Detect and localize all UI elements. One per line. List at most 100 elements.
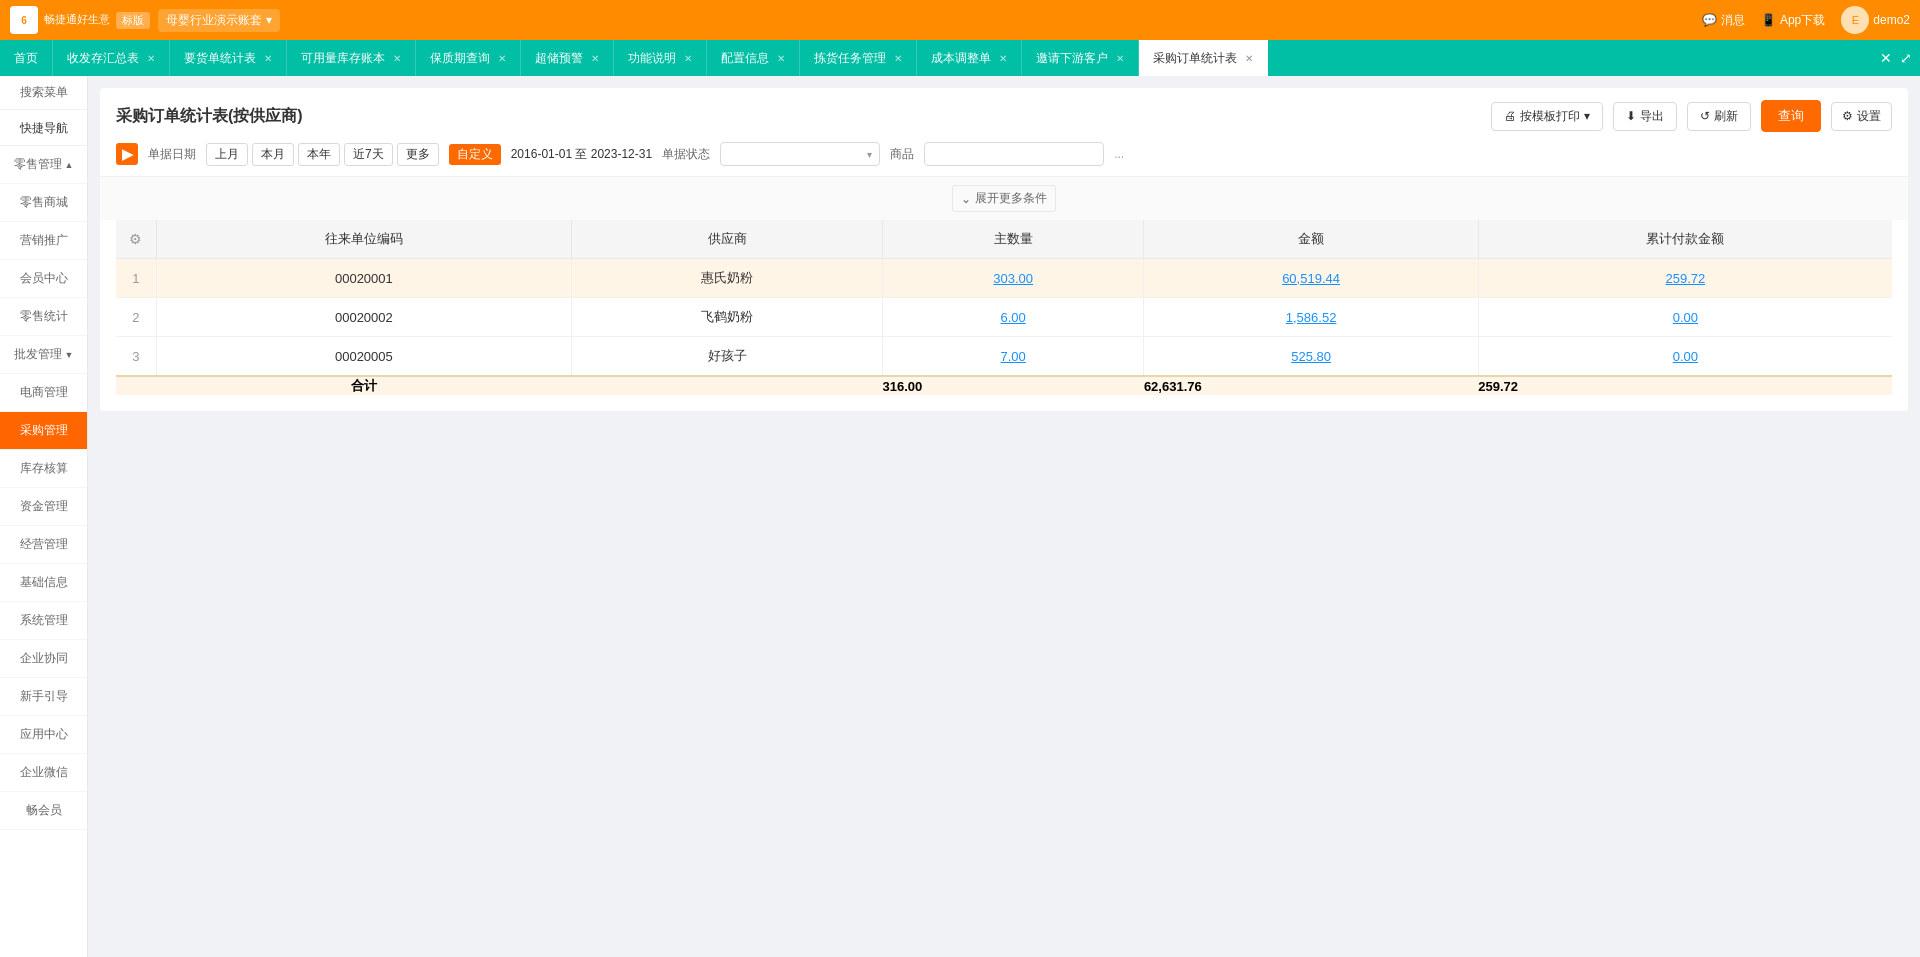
tab-close-icon[interactable]: ✕ xyxy=(498,53,506,64)
tab-close-icon[interactable]: ✕ xyxy=(999,53,1007,64)
settings-icon: ⚙ xyxy=(1842,109,1853,123)
tab-label: 超储预警 xyxy=(535,50,583,67)
sidebar-item-jichuxinxi[interactable]: 基础信息 xyxy=(0,564,87,602)
sidebar-search[interactable]: 搜索菜单 xyxy=(0,76,87,110)
sidebar-item-zijinguanli[interactable]: 资金管理 xyxy=(0,488,87,526)
status-label: 单据状态 xyxy=(662,146,710,163)
column-settings-icon[interactable]: ⚙ xyxy=(129,231,142,247)
sidebar-item-lingshaotongji[interactable]: 零售统计 xyxy=(0,298,87,336)
sidebar-item-jingyingguanli[interactable]: 经营管理 xyxy=(0,526,87,564)
sidebar-item-kucunhesuan[interactable]: 库存核算 xyxy=(0,450,87,488)
query-btn[interactable]: 查询 xyxy=(1761,100,1821,132)
logo-icon: 6 xyxy=(10,6,38,34)
message-icon: 💬 xyxy=(1702,13,1717,27)
footer-paid: 259.72 xyxy=(1478,376,1892,395)
tab-close-icon[interactable]: ✕ xyxy=(894,53,902,64)
goods-input[interactable] xyxy=(924,142,1104,166)
chevron-down-icon: ▼ xyxy=(65,350,74,360)
tab-label: 配置信息 xyxy=(721,50,769,67)
tab-keyongliku[interactable]: 可用量库存账本 ✕ xyxy=(287,40,416,76)
table-th-gear[interactable]: ⚙ xyxy=(116,220,156,259)
export-btn[interactable]: ⬇ 导出 xyxy=(1613,102,1677,131)
logo-text-short: 6 xyxy=(21,15,27,26)
filter-area: ▶ 单据日期 上月 本月 本年 近7天 更多 自定义 2016-01-01 至 … xyxy=(100,132,1908,176)
message-btn[interactable]: 💬 消息 xyxy=(1702,12,1745,29)
footer-qty: 316.00 xyxy=(883,376,1144,395)
chevron-up-icon: ▲ xyxy=(65,160,74,170)
tab-close-icon[interactable]: ✕ xyxy=(264,53,272,64)
tab-zhihuo[interactable]: 拣货任务管理 ✕ xyxy=(800,40,917,76)
date-btn-this-year[interactable]: 本年 xyxy=(298,143,340,166)
tab-close-icon[interactable]: ✕ xyxy=(684,53,692,64)
sidebar-item-qiyewexin[interactable]: 企业微信 xyxy=(0,754,87,792)
date-btn-last-7-days[interactable]: 近7天 xyxy=(344,143,393,166)
header-actions: 🖨 按模板打印 ▾ ⬇ 导出 ↺ 刷新 查询 xyxy=(1491,100,1892,132)
table-row: 1 00020001 惠氏奶粉 303.00 60,519.44 259.72 xyxy=(116,259,1892,298)
sidebar-item-qiyexietong[interactable]: 企业协同 xyxy=(0,640,87,678)
tab-expand-btn[interactable]: ⤢ xyxy=(1900,50,1912,66)
page-title: 采购订单统计表(按供应商) xyxy=(116,106,303,127)
tab-label: 拣货任务管理 xyxy=(814,50,886,67)
sidebar-item-yingxiaotuiguang[interactable]: 营销推广 xyxy=(0,222,87,260)
tab-shoufahuizongshu[interactable]: 收发存汇总表 ✕ xyxy=(53,40,170,76)
tab-close-icon[interactable]: ✕ xyxy=(393,53,401,64)
tab-close-icon[interactable]: ✕ xyxy=(777,53,785,64)
filter-toggle-btn[interactable]: ▶ xyxy=(116,143,138,165)
date-btn-more[interactable]: 更多 xyxy=(397,143,439,166)
logo-area: 6 畅捷通好生意 标版 xyxy=(10,6,150,34)
custom-date-tag[interactable]: 自定义 xyxy=(449,144,501,165)
tab-home[interactable]: 首页 xyxy=(0,40,53,76)
sidebar-item-lingshoushangcheng[interactable]: 零售商城 xyxy=(0,184,87,222)
tab-chaochuyujing[interactable]: 超储预警 ✕ xyxy=(521,40,614,76)
tab-close-icon[interactable]: ✕ xyxy=(147,53,155,64)
table-th-qty: 主数量 xyxy=(883,220,1144,259)
tab-yaohuodantongjibiao[interactable]: 要货单统计表 ✕ xyxy=(170,40,287,76)
table-th-paid: 累计付款金额 xyxy=(1478,220,1892,259)
user-area[interactable]: E demo2 xyxy=(1841,6,1910,34)
row-paid: 0.00 xyxy=(1478,298,1892,337)
goods-input-more-icon[interactable]: ... xyxy=(1114,147,1124,161)
status-select[interactable] xyxy=(720,142,880,166)
tab-label: 收发存汇总表 xyxy=(67,50,139,67)
tab-label: 采购订单统计表 xyxy=(1153,50,1237,67)
table-header-row: ⚙ 往来单位编码 供应商 主数量 金额 累计付款金额 xyxy=(116,220,1892,259)
tab-yaoqingxiayou[interactable]: 邀请下游客户 ✕ xyxy=(1022,40,1139,76)
row-amount: 525.80 xyxy=(1144,337,1478,377)
sidebar-item-changhyuiyuan[interactable]: 畅会员 xyxy=(0,792,87,830)
sidebar-item-xinshouyindao[interactable]: 新手引导 xyxy=(0,678,87,716)
tab-close-icon[interactable]: ✕ xyxy=(1116,53,1124,64)
sidebar-item-quicknav[interactable]: 快捷导航 xyxy=(0,110,87,146)
tab-caigoutongjibiao[interactable]: 采购订单统计表 ✕ xyxy=(1139,40,1268,76)
workspace-selector[interactable]: 母婴行业演示账套 ▾ xyxy=(158,9,280,32)
tab-chengben[interactable]: 成本调整单 ✕ xyxy=(917,40,1022,76)
sidebar-item-huiyuanzhongxin[interactable]: 会员中心 xyxy=(0,260,87,298)
date-btn-this-month[interactable]: 本月 xyxy=(252,143,294,166)
tab-close-icon[interactable]: ✕ xyxy=(1245,53,1253,64)
print-btn[interactable]: 🖨 按模板打印 ▾ xyxy=(1491,102,1603,131)
footer-amount: 62,631.76 xyxy=(1144,376,1478,395)
tab-peizhi[interactable]: 配置信息 ✕ xyxy=(707,40,800,76)
expand-more-btn[interactable]: ⌄ 展开更多条件 xyxy=(952,185,1056,212)
tab-gongnengshuo[interactable]: 功能说明 ✕ xyxy=(614,40,707,76)
sidebar-item-lingshouguan[interactable]: 零售管理 ▲ xyxy=(0,146,87,184)
sidebar-search-label: 搜索菜单 xyxy=(8,84,79,101)
row-paid: 0.00 xyxy=(1478,337,1892,377)
sidebar-item-yingyongzhongxin[interactable]: 应用中心 xyxy=(0,716,87,754)
tab-baoyuanqixun[interactable]: 保质期查询 ✕ xyxy=(416,40,521,76)
row-num: 3 xyxy=(116,337,156,377)
sidebar-item-diangshangguanli[interactable]: 电商管理 xyxy=(0,374,87,412)
sidebar-item-xitongguanli[interactable]: 系统管理 xyxy=(0,602,87,640)
settings-btn[interactable]: ⚙ 设置 xyxy=(1831,102,1892,131)
export-icon: ⬇ xyxy=(1626,109,1636,123)
app-download-btn[interactable]: 📱 App下载 xyxy=(1761,12,1825,29)
user-avatar: E xyxy=(1841,6,1869,34)
sidebar-item-caigouguanli[interactable]: 采购管理 xyxy=(0,412,87,450)
tab-home-label: 首页 xyxy=(14,50,38,67)
tab-close-icon[interactable]: ✕ xyxy=(591,53,599,64)
refresh-btn[interactable]: ↺ 刷新 xyxy=(1687,102,1751,131)
tab-close-all-btn[interactable]: ✕ xyxy=(1880,50,1892,66)
row-supplier: 惠氏奶粉 xyxy=(572,259,883,298)
date-btn-last-month[interactable]: 上月 xyxy=(206,143,248,166)
sidebar-item-pifaguanli[interactable]: 批发管理 ▼ xyxy=(0,336,87,374)
tab-label: 要货单统计表 xyxy=(184,50,256,67)
